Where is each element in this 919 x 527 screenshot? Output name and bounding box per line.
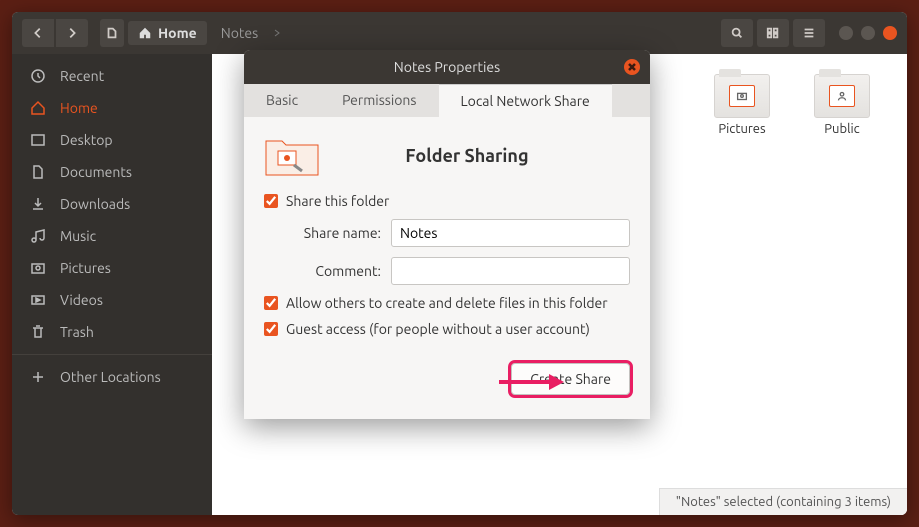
breadcrumb-home[interactable]: Home: [128, 21, 207, 45]
back-button[interactable]: [22, 19, 54, 47]
guest-access-input[interactable]: [264, 322, 278, 336]
allow-write-checkbox[interactable]: Allow others to create and delete files …: [264, 295, 630, 311]
sidebar-item-home[interactable]: Home: [12, 92, 212, 124]
sidebar-item-trash[interactable]: Trash: [12, 316, 212, 348]
close-window-button[interactable]: [883, 26, 897, 40]
share-this-folder-checkbox[interactable]: Share this folder: [264, 193, 630, 209]
minimize-button[interactable]: [839, 26, 853, 40]
menu-button[interactable]: [793, 19, 825, 47]
share-name-input[interactable]: [391, 219, 630, 247]
tab-permissions[interactable]: Permissions: [320, 84, 438, 117]
guest-access-checkbox[interactable]: Guest access (for people without a user …: [264, 321, 630, 337]
sidebar-separator: [12, 354, 212, 355]
folder-icon: [814, 74, 870, 118]
comment-label: Comment:: [286, 263, 381, 279]
checkbox-label: Allow others to create and delete files …: [286, 295, 608, 311]
sidebar-item-label: Music: [60, 228, 96, 244]
tab-label: Basic: [266, 92, 298, 108]
breadcrumb-home-label: Home: [158, 25, 197, 41]
tab-local-network-share[interactable]: Local Network Share: [439, 84, 612, 117]
sidebar-item-desktop[interactable]: Desktop: [12, 124, 212, 156]
breadcrumb: Home Notes: [100, 19, 717, 47]
sidebar-item-label: Other Locations: [60, 369, 161, 385]
dialog-body: Folder Sharing Share this folder Share n…: [244, 117, 650, 345]
sidebar-item-label: Downloads: [60, 196, 130, 212]
toolbar: Home Notes: [12, 12, 907, 54]
dialog-title-bar[interactable]: Notes Properties: [244, 50, 650, 84]
sidebar-item-label: Pictures: [60, 260, 111, 276]
breadcrumb-current-label: Notes: [221, 25, 258, 41]
dialog-close-button[interactable]: [624, 59, 640, 75]
dialog-footer: Create Share: [244, 345, 650, 419]
dialog-title: Notes Properties: [394, 59, 500, 75]
sidebar-item-label: Home: [60, 100, 98, 116]
sidebar-item-other-locations[interactable]: Other Locations: [12, 361, 212, 393]
comment-input[interactable]: [391, 257, 630, 285]
sidebar-item-label: Videos: [60, 292, 103, 308]
sidebar-item-label: Documents: [60, 164, 132, 180]
sidebar-item-recent[interactable]: Recent: [12, 60, 212, 92]
sidebar-item-pictures[interactable]: Pictures: [12, 252, 212, 284]
dialog-heading: Folder Sharing: [344, 146, 590, 166]
tab-basic[interactable]: Basic: [244, 84, 320, 117]
checkbox-label: Share this folder: [286, 193, 389, 209]
folder-icon: [714, 74, 770, 118]
window-controls: [839, 26, 897, 40]
folder-item[interactable]: Pictures: [702, 74, 782, 136]
sidebar-item-label: Recent: [60, 68, 104, 84]
path-root-icon[interactable]: [100, 19, 124, 47]
sidebar-item-documents[interactable]: Documents: [12, 156, 212, 188]
folder-label: Pictures: [718, 122, 765, 136]
properties-dialog: Notes Properties Basic Permissions Local…: [244, 50, 650, 419]
share-folder-icon: [264, 133, 320, 179]
forward-button[interactable]: [56, 19, 88, 47]
search-button[interactable]: [721, 19, 753, 47]
tab-label: Local Network Share: [461, 93, 590, 109]
allow-write-input[interactable]: [264, 296, 278, 310]
sidebar-item-music[interactable]: Music: [12, 220, 212, 252]
sidebar: Recent Home Desktop Documents Downloads …: [12, 54, 212, 515]
checkbox-label: Guest access (for people without a user …: [286, 321, 590, 337]
share-this-folder-input[interactable]: [264, 194, 278, 208]
sidebar-item-label: Desktop: [60, 132, 113, 148]
status-text: "Notes" selected (containing 3 items): [676, 495, 891, 509]
breadcrumb-current[interactable]: Notes: [211, 21, 268, 45]
annotation-arrow: [494, 367, 574, 401]
folder-label: Public: [824, 122, 859, 136]
sidebar-item-downloads[interactable]: Downloads: [12, 188, 212, 220]
maximize-button[interactable]: [861, 26, 875, 40]
share-name-label: Share name:: [286, 225, 381, 241]
sidebar-item-videos[interactable]: Videos: [12, 284, 212, 316]
tab-label: Permissions: [342, 92, 416, 108]
dialog-tabs: Basic Permissions Local Network Share: [244, 84, 650, 117]
folder-item[interactable]: Public: [802, 74, 882, 136]
sidebar-item-label: Trash: [60, 324, 94, 340]
view-toggle-button[interactable]: [757, 19, 789, 47]
status-bar: "Notes" selected (containing 3 items): [659, 488, 907, 515]
